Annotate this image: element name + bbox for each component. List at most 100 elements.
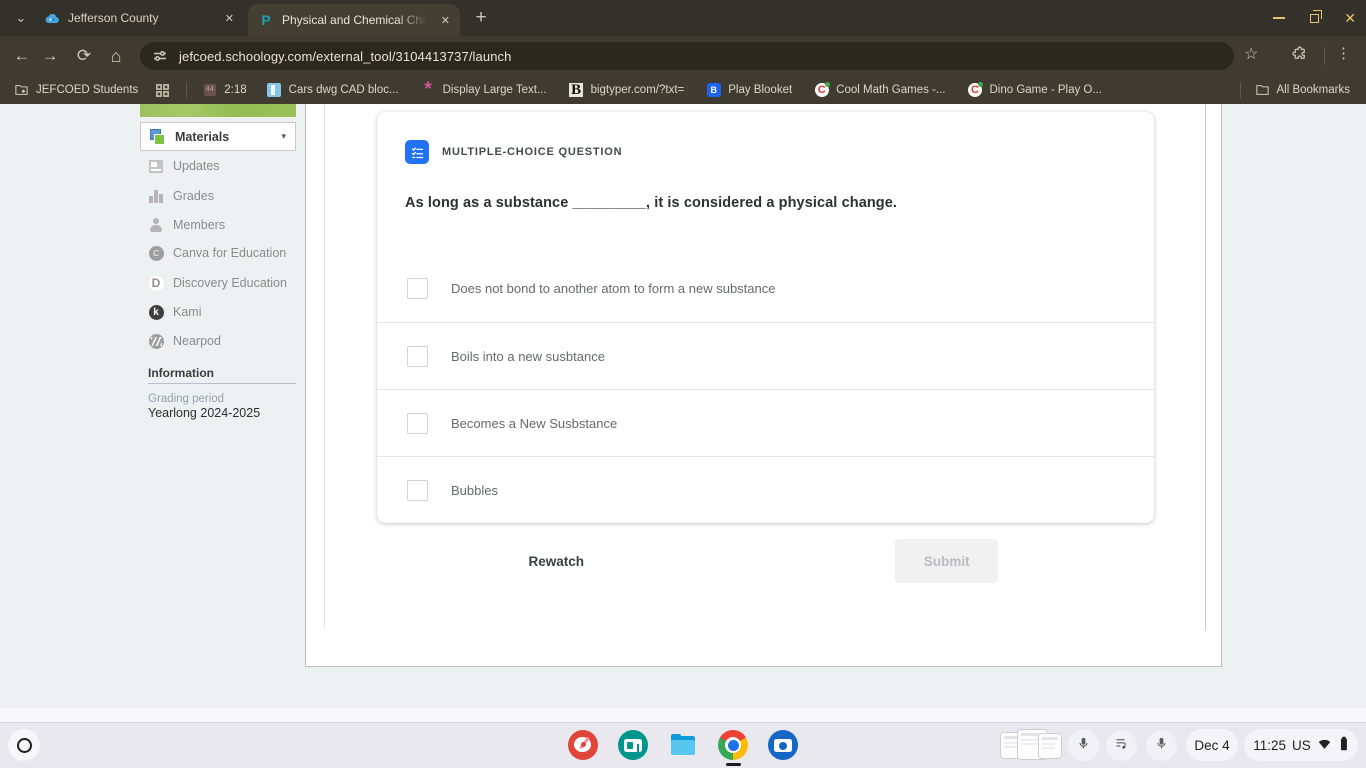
back-icon[interactable]: ← xyxy=(10,45,34,67)
date-button[interactable]: Dec 4 xyxy=(1186,729,1238,761)
close-icon[interactable]: ✕ xyxy=(225,12,234,25)
screen: ⌄ Jefferson County ✕ P Physical and Chem… xyxy=(0,0,1366,768)
sidebar-item-kami[interactable]: k Kami xyxy=(148,302,296,322)
forward-icon[interactable]: → xyxy=(38,45,62,67)
media-controls-button[interactable] xyxy=(1106,730,1137,761)
question-header: MULTIPLE-CHOICE QUESTION xyxy=(405,140,622,164)
microphone-button[interactable] xyxy=(1146,730,1177,761)
bookmark-cool-math[interactable]: C Cool Math Games -... xyxy=(814,82,945,98)
sidebar-item-updates[interactable]: Updates xyxy=(148,156,296,176)
launcher-button[interactable] xyxy=(8,729,40,761)
reload-icon[interactable]: ⟳ xyxy=(72,45,96,67)
status-tray[interactable]: 11:25 US xyxy=(1244,729,1358,761)
information-header: Information xyxy=(148,366,214,380)
faded-favicon-icon: 44 xyxy=(202,83,217,98)
course-banner xyxy=(140,104,296,117)
bookmark-dino-game[interactable]: C Dino Game - Play O... xyxy=(967,82,1102,98)
files-app-icon[interactable] xyxy=(668,730,698,760)
bookmark-label: Dino Game - Play O... xyxy=(989,84,1102,96)
grading-period-value: Yearlong 2024-2025 xyxy=(148,406,261,420)
discovery-education-icon: D xyxy=(148,275,164,291)
submit-button[interactable]: Submit xyxy=(895,539,999,583)
multiple-choice-icon xyxy=(405,140,429,164)
holding-space-tote[interactable] xyxy=(1000,728,1062,763)
bookmark-label: bigtyper.com/?txt= xyxy=(590,84,685,96)
address-bar[interactable]: jefcoed.schoology.com/external_tool/3104… xyxy=(140,42,1234,70)
playposit-favicon-icon: P xyxy=(261,12,271,28)
close-icon[interactable]: ✕ xyxy=(441,14,450,27)
answer-option[interactable]: Becomes a New Susbstance xyxy=(377,389,1154,456)
checkbox[interactable] xyxy=(407,479,428,501)
sidebar-item-label: Materials xyxy=(175,129,230,144)
sidebar-item-label: Updates xyxy=(173,159,220,173)
chevron-down-icon: ⌄ xyxy=(15,10,27,25)
sidebar-item-label: Discovery Education xyxy=(173,276,287,290)
screenshot-thumbnail[interactable] xyxy=(1038,733,1062,759)
cloud-favicon-icon xyxy=(44,10,60,26)
bookmark-managed-folder[interactable]: JEFCOED Students xyxy=(14,83,138,98)
apps-grid-button[interactable] xyxy=(155,83,170,98)
menu-kebab-icon[interactable]: ⋮ xyxy=(1336,44,1356,62)
bookmark-bigtyper[interactable]: B bigtyper.com/?txt= xyxy=(569,83,685,98)
question-actions: Rewatch Submit xyxy=(377,539,1154,583)
restore-icon[interactable] xyxy=(1310,9,1323,23)
all-bookmarks-button[interactable]: All Bookmarks xyxy=(1255,83,1350,98)
extensions-icon[interactable] xyxy=(1290,44,1308,62)
dictation-button[interactable] xyxy=(1068,730,1099,761)
bookmark-star-icon[interactable]: ☆ xyxy=(1244,44,1258,64)
sidebar-item-grades[interactable]: Grades xyxy=(148,186,296,206)
sidebar-item-label: Kami xyxy=(173,305,202,319)
site-info-icon[interactable] xyxy=(152,48,168,64)
iframe-scrollbar[interactable] xyxy=(1205,104,1206,631)
minimize-icon[interactable] xyxy=(1273,17,1286,19)
grades-icon xyxy=(148,188,164,204)
question-text: As long as a substance _________, it is … xyxy=(405,195,898,211)
question-type-label: MULTIPLE-CHOICE QUESTION xyxy=(442,146,623,158)
kami-icon: k xyxy=(148,304,164,320)
rewatch-button[interactable]: Rewatch xyxy=(528,554,584,569)
sidebar-item-members[interactable]: Members xyxy=(148,215,296,235)
checkbox[interactable] xyxy=(407,412,428,434)
home-icon[interactable]: ⌂ xyxy=(104,45,128,67)
sidebar-item-canva[interactable]: C Canva for Education xyxy=(148,243,296,263)
bookmark-label: Display Large Text... xyxy=(442,84,547,96)
cad-favicon-icon xyxy=(267,83,282,98)
tab-physical-chemical-changes[interactable]: P Physical and Chemical Chang ✕ xyxy=(248,4,460,36)
grading-period-label: Grading period xyxy=(148,393,225,405)
tab-jefferson-county[interactable]: Jefferson County ✕ xyxy=(34,0,244,36)
playlist-music-icon xyxy=(1114,736,1129,756)
answer-option[interactable]: Boils into a new susbtance xyxy=(377,322,1154,389)
bookmark-218[interactable]: 44 2:18 xyxy=(202,83,247,98)
question-card: MULTIPLE-CHOICE QUESTION As long as a su… xyxy=(377,112,1154,523)
sidebar-item-discovery-education[interactable]: D Discovery Education xyxy=(148,273,296,293)
sidebar-item-label: Members xyxy=(173,218,226,232)
answer-option[interactable]: Does not bond to another atom to form a … xyxy=(377,255,1154,322)
coolmath-favicon-icon: C xyxy=(814,82,830,98)
bookmark-label: Cars dwg CAD bloc... xyxy=(288,84,399,96)
mic-icon xyxy=(1076,736,1091,756)
date-label: Dec 4 xyxy=(1194,737,1230,753)
window-controls: ✕ xyxy=(1273,0,1356,36)
camera-app-icon[interactable] xyxy=(768,730,798,760)
tab-search-button[interactable]: ⌄ xyxy=(8,7,34,29)
url-text: jefcoed.schoology.com/external_tool/3104… xyxy=(179,48,512,64)
sidebar-item-materials[interactable]: Materials ▾ xyxy=(140,122,296,151)
bookmark-cars-dwg[interactable]: Cars dwg CAD bloc... xyxy=(267,83,399,98)
new-tab-button[interactable]: + xyxy=(468,5,494,31)
answer-option[interactable]: Bubbles xyxy=(377,456,1154,523)
toolbar-separator xyxy=(1324,47,1325,65)
sidebar-item-nearpod[interactable]: Nearpod xyxy=(148,331,296,351)
chrome-app-icon[interactable] xyxy=(718,730,748,760)
chevron-down-icon[interactable]: ▾ xyxy=(281,131,286,142)
canvas-app-icon[interactable] xyxy=(568,730,598,760)
screencast-app-icon[interactable] xyxy=(618,730,648,760)
launcher-icon xyxy=(16,737,32,753)
checkbox[interactable] xyxy=(407,345,428,367)
close-window-icon[interactable]: ✕ xyxy=(1344,11,1356,25)
bookmark-play-blooket[interactable]: B Play Blooket xyxy=(706,83,792,98)
materials-icon xyxy=(149,128,166,145)
checkbox[interactable] xyxy=(407,278,428,299)
option-label: Bubbles xyxy=(451,482,498,498)
locale-label: US xyxy=(1292,737,1311,753)
bookmark-display-large-text[interactable]: * Display Large Text... xyxy=(421,80,547,99)
